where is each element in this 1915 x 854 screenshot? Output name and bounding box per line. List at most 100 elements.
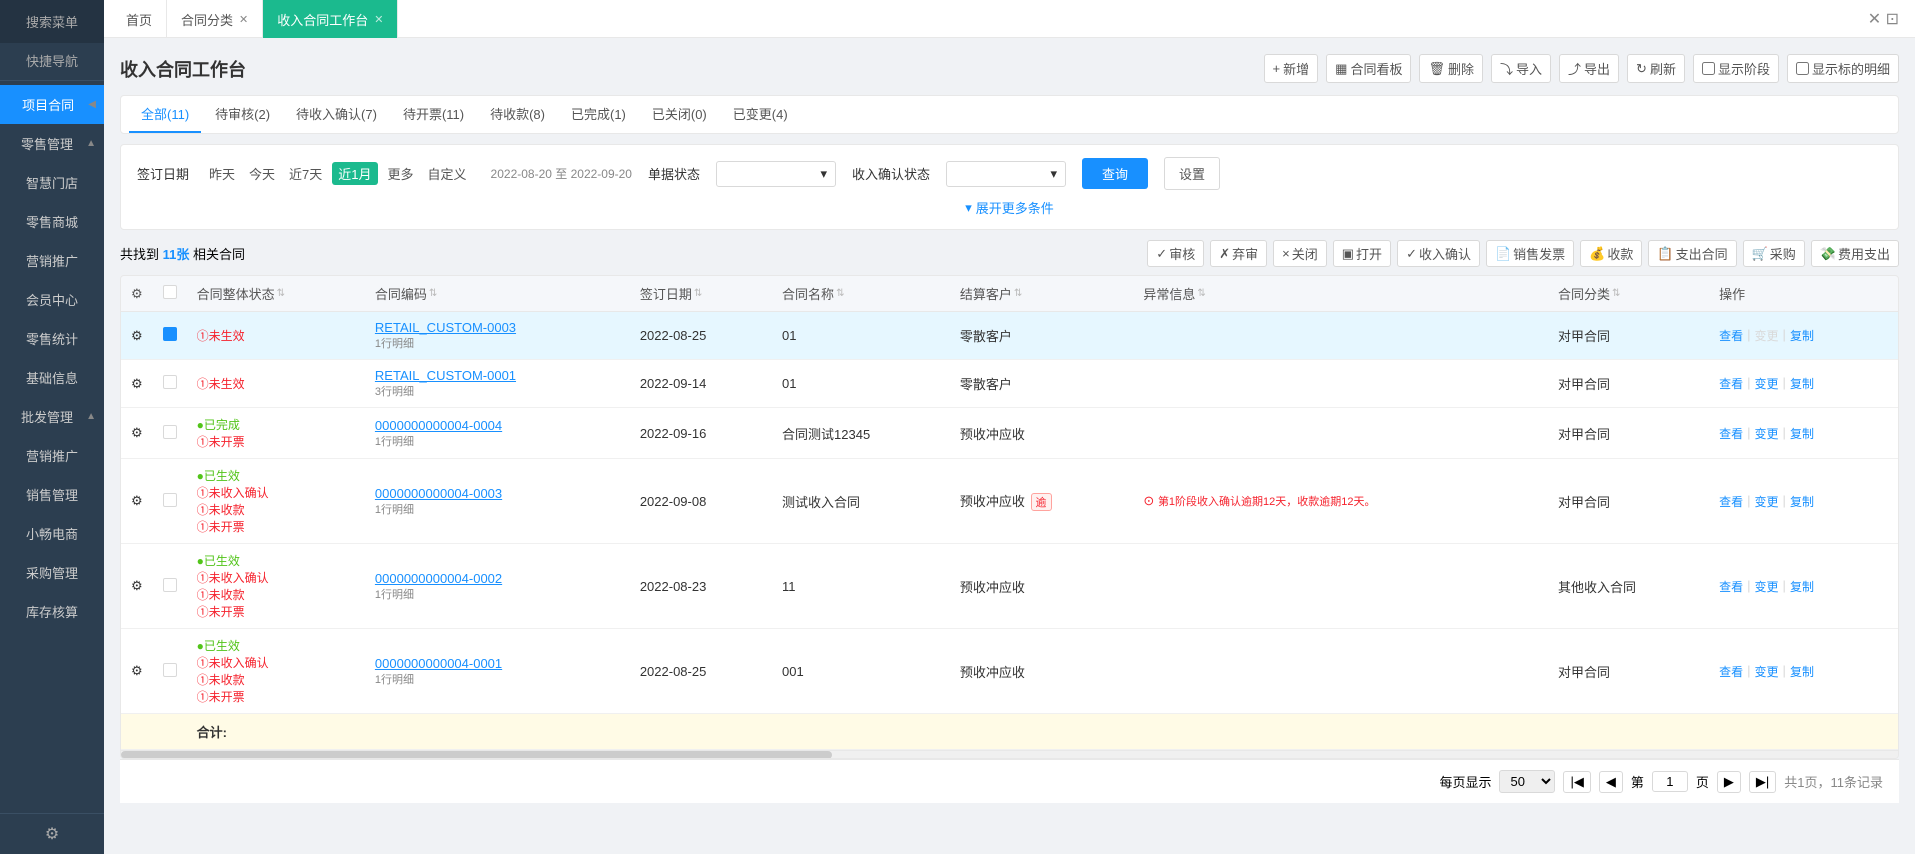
table-action-collect[interactable]: 💰收款 [1580, 240, 1642, 267]
last-page-button[interactable]: ▶| [1749, 771, 1776, 793]
prev-page-button[interactable]: ◀ [1599, 771, 1623, 793]
row-settings-icon[interactable]: ⚙ [121, 408, 153, 459]
header-action-refresh[interactable]: ↻刷新 [1627, 54, 1685, 83]
sidebar-item-wholesale[interactable]: 批发管理▲ [0, 397, 104, 436]
sidebar-nav[interactable]: 快捷导航 [0, 43, 104, 81]
date-opt-custom[interactable]: 自定义 [424, 162, 471, 185]
table-action-fee-out[interactable]: 💸费用支出 [1811, 240, 1899, 267]
row-action-变更[interactable]: 变更 [1755, 663, 1779, 680]
sidebar-item-retail-stats[interactable]: 零售统计 [0, 319, 104, 358]
row-action-变更[interactable]: 变更 [1755, 375, 1779, 392]
sidebar-item-ecommerce[interactable]: 小畅电商 [0, 514, 104, 553]
row-action-查看[interactable]: 查看 [1719, 425, 1743, 442]
table-action-audit[interactable]: ✓审核 [1147, 240, 1204, 267]
settings-col-header[interactable]: ⚙ [121, 276, 153, 312]
expand-filter-button[interactable]: ▾ 展开更多条件 [137, 198, 1882, 217]
scroll-bar[interactable] [121, 750, 1898, 758]
row-action-查看[interactable]: 查看 [1719, 327, 1743, 344]
row-checkbox[interactable] [153, 544, 187, 629]
first-page-button[interactable]: |◀ [1563, 771, 1590, 793]
tab-close-income-workbench[interactable]: ✕ [374, 13, 383, 26]
sidebar-item-inventory[interactable]: 库存核算 [0, 592, 104, 631]
filter-tab-closed[interactable]: 已关闭(0) [640, 96, 719, 133]
row-settings-icon[interactable]: ⚙ [121, 544, 153, 629]
header-action-delete[interactable]: 🗑删除 [1419, 54, 1483, 83]
header-action-export[interactable]: ⤴导出 [1559, 54, 1619, 83]
filter-tab-pending-collect[interactable]: 待收款(8) [478, 96, 557, 133]
row-code-link[interactable]: RETAIL_CUSTOM-0003 [375, 320, 516, 335]
row-action-变更[interactable]: 变更 [1755, 425, 1779, 442]
row-action-变更[interactable]: 变更 [1755, 493, 1779, 510]
header-action-add[interactable]: +新增 [1264, 54, 1319, 83]
tab-close-contract-category[interactable]: ✕ [239, 13, 248, 26]
row-action-复制[interactable]: 复制 [1790, 663, 1814, 680]
row-action-复制[interactable]: 复制 [1790, 375, 1814, 392]
next-page-button[interactable]: ▶ [1717, 771, 1741, 793]
header-action-show-fields[interactable]: 显示阶段 [1693, 54, 1779, 83]
row-settings-icon[interactable]: ⚙ [121, 629, 153, 714]
row-code-link[interactable]: 0000000000004-0003 [375, 486, 502, 501]
checkbox-show-marks[interactable] [1796, 62, 1809, 75]
row-code-link[interactable]: 0000000000004-0001 [375, 656, 502, 671]
filter-tab-changed[interactable]: 已变更(4) [721, 96, 800, 133]
sidebar-item-marketing2[interactable]: 营销推广 [0, 436, 104, 475]
row-settings-icon[interactable]: ⚙ [121, 459, 153, 544]
page-input[interactable] [1652, 771, 1688, 792]
row-checkbox[interactable] [153, 360, 187, 408]
window-close-button[interactable]: ✕ ⊡ [1860, 9, 1907, 29]
checkbox-show-fields[interactable] [1702, 62, 1715, 75]
row-code-link[interactable]: RETAIL_CUSTOM-0001 [375, 368, 516, 383]
sidebar-item-sales-mgmt[interactable]: 销售管理 [0, 475, 104, 514]
row-code-link[interactable]: 0000000000004-0004 [375, 418, 502, 433]
row-checkbox[interactable] [153, 629, 187, 714]
table-action-open[interactable]: ▣打开 [1333, 240, 1391, 267]
row-checkbox[interactable] [153, 312, 187, 360]
sidebar-item-retail-mgmt[interactable]: 零售管理▲ [0, 124, 104, 163]
tab-home[interactable]: 首页 [112, 0, 167, 38]
sidebar-item-smart-store[interactable]: 智慧门店 [0, 163, 104, 202]
sidebar-item-marketing[interactable]: 营销推广 [0, 241, 104, 280]
doc-status-select[interactable]: ▾ [716, 161, 836, 187]
sidebar-search[interactable]: 搜索菜单 [0, 0, 104, 43]
query-button[interactable]: 查询 [1082, 158, 1148, 189]
row-action-复制[interactable]: 复制 [1790, 425, 1814, 442]
tab-contract-category[interactable]: 合同分类✕ [167, 0, 263, 38]
filter-tab-pending-confirm[interactable]: 待收入确认(7) [284, 96, 389, 133]
row-settings-icon[interactable]: ⚙ [121, 312, 153, 360]
table-action-abandon[interactable]: ✗弃审 [1210, 240, 1267, 267]
checkbox-col-header[interactable] [153, 276, 187, 312]
header-action-import[interactable]: ⤵导入 [1491, 54, 1551, 83]
filter-tab-pending-invoice[interactable]: 待开票(11) [391, 96, 476, 133]
date-opt-more[interactable]: 更多 [384, 162, 418, 185]
row-action-查看[interactable]: 查看 [1719, 663, 1743, 680]
per-page-select[interactable]: 50 100 200 [1499, 770, 1555, 793]
table-action-income-confirm[interactable]: ✓收入确认 [1397, 240, 1480, 267]
confirm-status-select[interactable]: ▾ [946, 161, 1066, 187]
date-opt-yesterday[interactable]: 昨天 [205, 162, 239, 185]
row-action-查看[interactable]: 查看 [1719, 493, 1743, 510]
date-opt-last7[interactable]: 近7天 [285, 162, 326, 185]
sidebar-item-purchase[interactable]: 采购管理 [0, 553, 104, 592]
row-action-复制[interactable]: 复制 [1790, 327, 1814, 344]
row-settings-icon[interactable]: ⚙ [121, 360, 153, 408]
header-action-show-marks[interactable]: 显示标的明细 [1787, 54, 1899, 83]
row-action-复制[interactable]: 复制 [1790, 493, 1814, 510]
row-action-查看[interactable]: 查看 [1719, 375, 1743, 392]
row-action-变更[interactable]: 变更 [1755, 578, 1779, 595]
table-action-purchase[interactable]: 🛒采购 [1743, 240, 1805, 267]
row-checkbox[interactable] [153, 408, 187, 459]
sidebar-item-member[interactable]: 会员中心 [0, 280, 104, 319]
filter-tab-all[interactable]: 全部(11) [129, 96, 201, 133]
table-action-expense-out[interactable]: 📋支出合同 [1648, 240, 1736, 267]
sidebar-item-basic-info[interactable]: 基础信息 [0, 358, 104, 397]
tab-income-workbench[interactable]: 收入合同工作台✕ [263, 0, 398, 38]
date-opt-today[interactable]: 今天 [245, 162, 279, 185]
table-action-sales-invoice[interactable]: 📄销售发票 [1486, 240, 1574, 267]
row-code-link[interactable]: 0000000000004-0002 [375, 571, 502, 586]
sidebar-item-retail-mall[interactable]: 零售商城 [0, 202, 104, 241]
header-action-kanban[interactable]: ▦合同看板 [1326, 54, 1411, 83]
sidebar-item-project[interactable]: 项目合同◀ [0, 85, 104, 124]
row-action-查看[interactable]: 查看 [1719, 578, 1743, 595]
filter-tab-completed[interactable]: 已完成(1) [559, 96, 638, 133]
settings-icon[interactable]: ⚙ [45, 826, 59, 843]
